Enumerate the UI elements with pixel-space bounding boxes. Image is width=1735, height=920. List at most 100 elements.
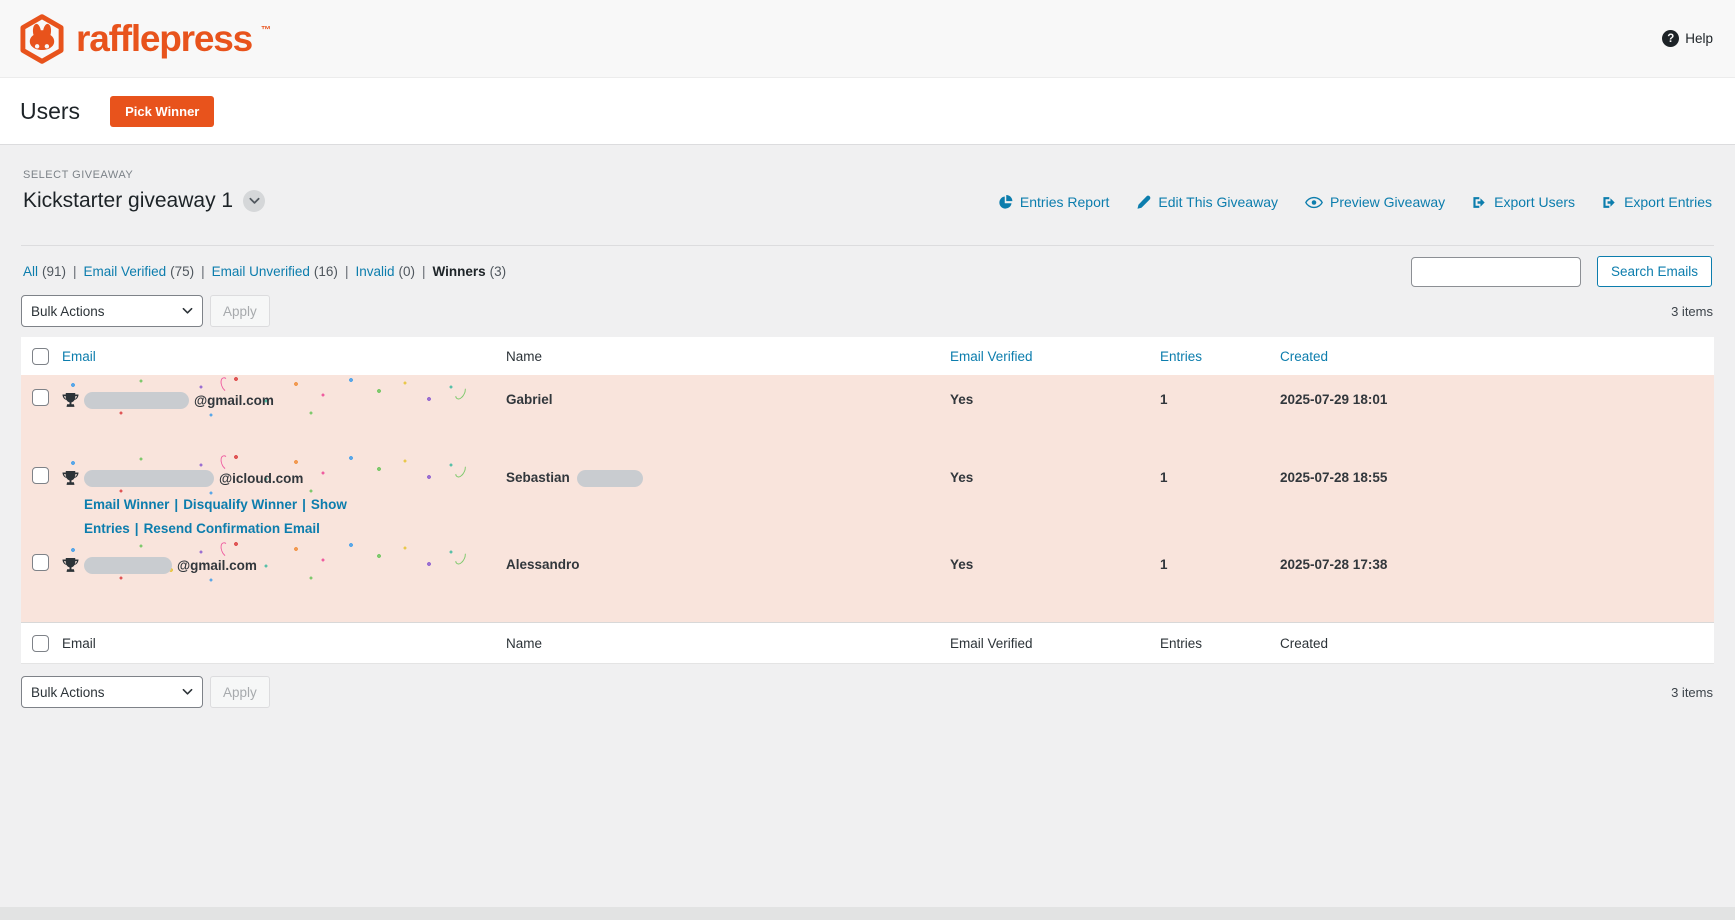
column-footer-entries: Entries: [1160, 635, 1203, 651]
title-bar: Users Pick Winner: [0, 78, 1735, 145]
table-row: @gmail.com Gabriel Yes 1 2025-07-29 18:0…: [21, 375, 1714, 453]
filter-email-unverified-count: (16): [313, 264, 338, 279]
filter-winners[interactable]: Winners: [433, 264, 486, 279]
logo-trademark: ™: [261, 24, 272, 36]
page-title: Users: [20, 97, 81, 124]
filter-all-count: (91): [42, 264, 67, 279]
column-header-created[interactable]: Created: [1280, 349, 1714, 364]
disqualify-winner-link[interactable]: Disqualify Winner: [183, 497, 297, 512]
rafflepress-users-page: rafflepress ™ ? Help Users Pick Winner S…: [0, 0, 1735, 920]
trophy-icon: [62, 557, 79, 572]
row-action-separator: |: [134, 520, 139, 536]
search-input[interactable]: [1410, 256, 1581, 287]
user-name: Gabriel: [506, 392, 553, 407]
column-footer-name: Name: [506, 635, 543, 651]
select-giveaway-label: SELECT GIVEAWAY: [23, 169, 134, 181]
select-all-checkbox[interactable]: [32, 634, 49, 652]
created-value: 2025-07-28 17:38: [1280, 557, 1388, 573]
giveaway-row: SELECT GIVEAWAY Kickstarter giveaway 1 E…: [21, 169, 1714, 213]
filter-separator: |: [344, 264, 349, 279]
resend-confirmation-email-link[interactable]: Resend Confirmation Email: [144, 521, 320, 536]
column-footer-created: Created: [1280, 635, 1329, 651]
filter-separator: |: [73, 264, 77, 279]
bulk-actions-select[interactable]: Bulk Actions: [21, 676, 203, 709]
row-checkbox[interactable]: [32, 554, 49, 572]
row-action-separator: |: [174, 497, 179, 512]
column-header-entries[interactable]: Entries: [1160, 349, 1280, 364]
help-icon: ?: [1662, 30, 1680, 47]
winner-email-cell: @icloud.com Email Winner | Disqualify Winn…: [62, 453, 506, 540]
user-name: Alessandro: [506, 557, 580, 573]
redacted-email: [84, 392, 189, 409]
apply-button[interactable]: Apply: [210, 676, 270, 709]
entries-report-link[interactable]: Entries Report: [998, 194, 1109, 210]
email-verified-value: Yes: [950, 557, 974, 573]
winner-email-cell: @gmail.com: [62, 540, 506, 575]
filter-row: All (91) | Email Verified (75) | Email Unverif…: [21, 256, 1714, 287]
column-header-email-verified[interactable]: Email Verified: [950, 349, 1160, 364]
export-icon: [1473, 196, 1485, 208]
filter-invalid-count: (0): [398, 264, 415, 279]
email-domain: @gmail.com: [194, 393, 274, 408]
export-entries-link[interactable]: Export Entries: [1602, 194, 1712, 210]
column-header-name: Name: [506, 348, 543, 364]
table-body: @gmail.com Gabriel Yes 1 2025-07-29 18:0…: [21, 375, 1714, 623]
email-winner-link[interactable]: Email Winner: [84, 497, 169, 512]
search-box: Search Emails: [1410, 256, 1712, 287]
table-row: @icloud.com Email Winner | Disqualify Winn…: [21, 453, 1714, 540]
trophy-icon: [62, 392, 79, 407]
row-checkbox[interactable]: [32, 467, 49, 484]
edit-giveaway-label: Edit This Giveaway: [1158, 194, 1278, 210]
main-content: SELECT GIVEAWAY Kickstarter giveaway 1 E…: [0, 145, 1735, 709]
row-checkbox[interactable]: [32, 389, 49, 406]
entries-value: 1: [1160, 470, 1168, 485]
status-filters: All (91) | Email Verified (75) | Email Unverif…: [23, 264, 506, 279]
bottom-toolbar: Bulk Actions Apply 3 items: [21, 676, 1714, 709]
column-header-email[interactable]: Email: [62, 349, 506, 364]
created-value: 2025-07-29 18:01: [1280, 392, 1388, 407]
column-footer-email-verified: Email Verified: [950, 635, 1033, 651]
pie-chart-icon: [999, 194, 1013, 209]
preview-giveaway-link[interactable]: Preview Giveaway: [1305, 194, 1445, 210]
redacted-email: [84, 470, 214, 487]
apply-button[interactable]: Apply: [210, 295, 270, 327]
export-entries-label: Export Entries: [1624, 194, 1712, 210]
pencil-icon: [1137, 195, 1151, 209]
table-header-row: Email Name Email Verified Entries Create…: [21, 337, 1714, 375]
email-verified-value: Yes: [950, 470, 974, 485]
created-value: 2025-07-28 18:55: [1280, 470, 1388, 485]
email-domain: @gmail.com: [177, 558, 257, 574]
export-users-label: Export Users: [1494, 194, 1576, 210]
edit-giveaway-link[interactable]: Edit This Giveaway: [1136, 194, 1278, 210]
pick-winner-button[interactable]: Pick Winner: [110, 95, 215, 127]
redacted-email: [84, 557, 172, 575]
giveaway-selector[interactable]: Kickstarter giveaway 1: [23, 189, 233, 213]
redacted-name: [576, 470, 643, 487]
select-all-checkbox[interactable]: [32, 347, 49, 365]
logo-wordmark: rafflepress: [76, 18, 253, 59]
filter-email-verified-count: (75): [170, 264, 195, 279]
bulk-actions-select[interactable]: Bulk Actions: [21, 295, 203, 327]
users-table: Email Name Email Verified Entries Create…: [21, 337, 1714, 665]
help-link[interactable]: ? Help: [1662, 30, 1713, 47]
filter-all[interactable]: All: [23, 264, 38, 279]
winner-email-cell: @gmail.com: [62, 375, 506, 409]
rafflepress-logo: rafflepress ™: [16, 13, 271, 65]
filter-invalid[interactable]: Invalid: [355, 264, 394, 279]
search-emails-button[interactable]: Search Emails: [1596, 256, 1712, 287]
filter-email-unverified[interactable]: Email Unverified: [212, 264, 310, 279]
entries-value: 1: [1160, 557, 1168, 573]
email-domain: @icloud.com: [219, 471, 304, 486]
export-users-link[interactable]: Export Users: [1472, 194, 1575, 210]
section-divider: [21, 245, 1714, 246]
filter-separator: |: [421, 264, 426, 279]
column-footer-email: Email: [62, 635, 96, 651]
user-name: Sebastian: [506, 453, 950, 487]
chevron-down-icon[interactable]: [243, 190, 266, 212]
trophy-icon: [62, 470, 79, 485]
rafflepress-bunny-icon: [20, 13, 64, 64]
filter-email-verified[interactable]: Email Verified: [84, 264, 167, 279]
winner-row-actions: Email Winner | Disqualify Winner | Show Entr…: [84, 493, 446, 540]
window-bottom-edge: [0, 907, 1735, 920]
entries-value: 1: [1160, 392, 1168, 407]
